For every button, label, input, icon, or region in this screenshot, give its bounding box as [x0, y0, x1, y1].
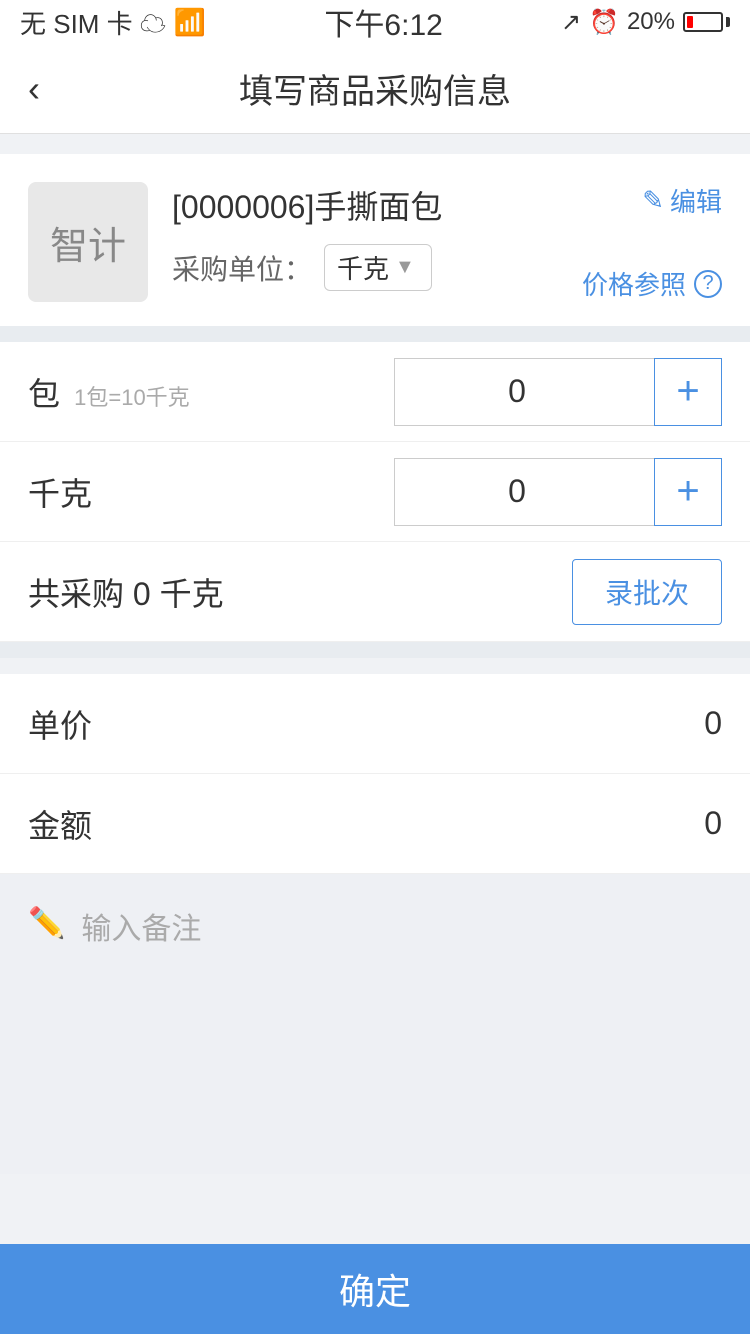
battery-icon: [683, 12, 730, 32]
bao-input[interactable]: [394, 358, 654, 426]
product-name: [0000006]手撕面包: [172, 182, 722, 228]
edit-icon: ✎: [642, 185, 664, 216]
kg-controls: +: [148, 458, 722, 526]
unit-price-value: 0: [704, 705, 722, 742]
confirm-button[interactable]: 确定: [0, 1244, 750, 1334]
nav-bar: ‹ 填写商品采购信息: [0, 44, 750, 134]
section-divider-2: [0, 642, 750, 658]
summary-row: 共采购 0 千克 录批次: [0, 542, 750, 642]
bao-controls: +: [190, 358, 722, 426]
help-icon: ?: [694, 270, 722, 298]
kg-label: 千克: [28, 469, 148, 515]
bao-plus-button[interactable]: +: [654, 358, 722, 426]
summary-text: 共采购 0 千克: [28, 569, 224, 615]
record-batch-button[interactable]: 录批次: [572, 559, 722, 625]
wifi-icon: 📶: [174, 7, 206, 38]
amount-value: 0: [704, 805, 722, 842]
notes-placeholder: 输入备注: [81, 904, 201, 948]
status-time: 下午6:12: [324, 0, 442, 44]
price-ref-button[interactable]: 价格参照 ?: [582, 265, 722, 302]
pencil-icon: ✏️: [28, 906, 65, 941]
input-section: 包 1包=10千克 + 千克 + 共采购 0 千克 录批次: [0, 342, 750, 642]
product-logo: 智计: [50, 215, 126, 270]
status-bar: 无 SIM 卡 ☁ 📶 下午6:12 ↗ ⏰ 20%: [0, 0, 750, 44]
bao-label: 包 1包=10千克: [28, 369, 190, 415]
status-left: 无 SIM 卡 ☁ 📶: [20, 4, 206, 41]
edit-label: 编辑: [670, 182, 722, 219]
alarm-icon: ⏰: [589, 8, 619, 37]
amount-label: 金额: [28, 801, 92, 847]
back-button[interactable]: ‹: [28, 68, 40, 110]
unit-price-label: 单价: [28, 701, 92, 747]
notes-section[interactable]: ✏️ 输入备注: [0, 874, 750, 1174]
confirm-button-label: 确定: [339, 1263, 411, 1315]
sim-status: 无 SIM 卡 ☁: [20, 4, 166, 41]
section-divider-1: [0, 326, 750, 342]
kg-input[interactable]: [394, 458, 654, 526]
bao-sub-label: 1包=10千克: [68, 385, 190, 410]
amount-row: 金额 0: [0, 774, 750, 874]
kg-plus-button[interactable]: +: [654, 458, 722, 526]
battery-percent: 20%: [627, 8, 675, 36]
unit-label: 采购单位：: [172, 248, 312, 288]
unit-value: 千克: [337, 249, 389, 286]
product-card: 智计 [0000006]手撕面包 采购单位： 千克 ▼ ✎ 编辑 价格参照 ?: [0, 154, 750, 326]
price-section: 单价 0 金额 0: [0, 674, 750, 874]
location-icon: ↗: [561, 8, 581, 37]
status-right: ↗ ⏰ 20%: [561, 8, 730, 37]
unit-dropdown-icon: ▼: [395, 256, 415, 279]
price-ref-label: 价格参照: [582, 265, 686, 302]
unit-select[interactable]: 千克 ▼: [324, 244, 432, 291]
bao-row: 包 1包=10千克 +: [0, 342, 750, 442]
nav-title: 填写商品采购信息: [239, 64, 511, 113]
edit-button[interactable]: ✎ 编辑: [642, 182, 722, 219]
product-image: 智计: [28, 182, 148, 302]
unit-price-row: 单价 0: [0, 674, 750, 774]
kg-row: 千克 +: [0, 442, 750, 542]
